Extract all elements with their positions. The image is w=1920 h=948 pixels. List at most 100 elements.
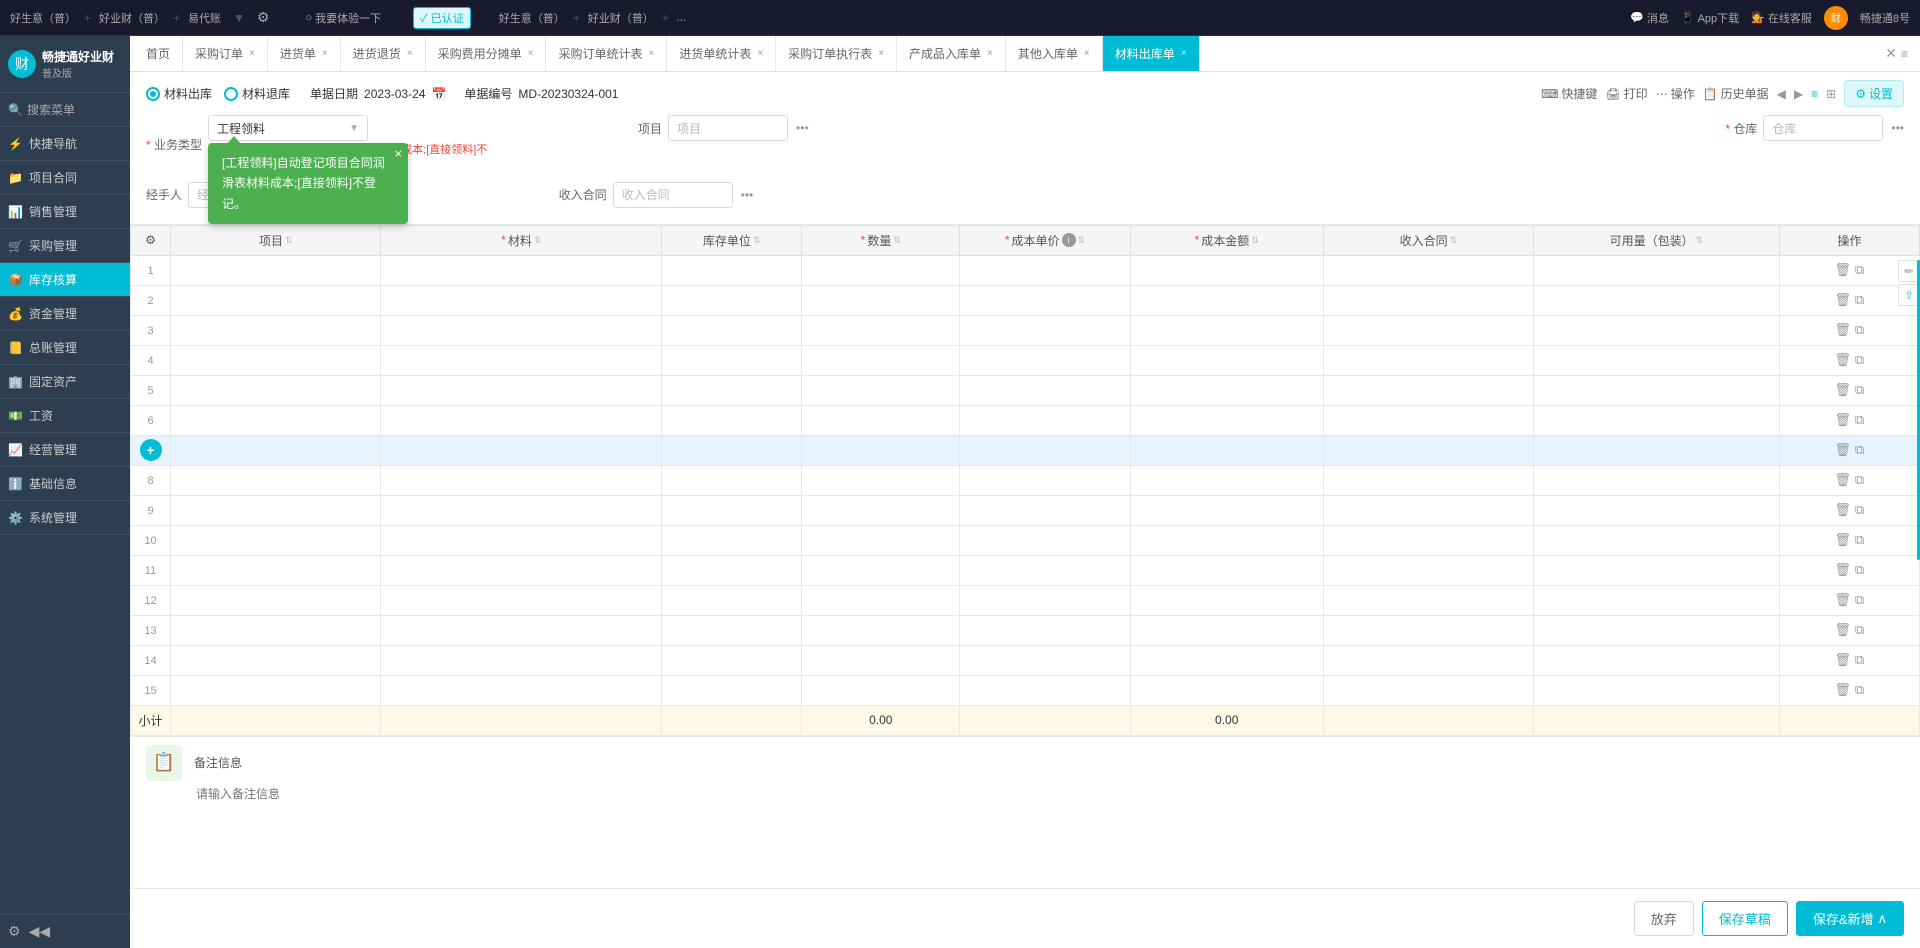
tab-close-receive[interactable]: × [322,48,328,59]
delete-row-icon-10[interactable]: 🗑 [1834,532,1851,548]
delete-row-icon-5[interactable]: 🗑 [1834,382,1851,398]
warehouse-more-btn[interactable]: ••• [1891,121,1904,135]
cell-qty-1[interactable] [802,255,960,285]
tab-purchase-fee[interactable]: 采购费用分摊单 × [426,36,547,72]
delete-row-icon-11[interactable]: 🗑 [1834,562,1851,578]
project-more-btn[interactable]: ••• [796,121,809,135]
tab-close-other-warehouse[interactable]: × [1084,48,1090,59]
view-grid-icon[interactable]: ⊞ [1826,87,1836,101]
date-value[interactable]: 2023-03-24 [364,87,425,101]
copy-row-icon-9[interactable]: ⧉ [1855,502,1864,518]
delete-row-icon-15[interactable]: 🗑 [1834,682,1851,698]
tab-close-receive-stat[interactable]: × [757,48,763,59]
sidebar-item-inventory[interactable]: 📦 库存核算 [0,263,130,297]
delete-row-icon-13[interactable]: 🗑 [1834,622,1851,638]
tab-menu-icon[interactable]: ≡ [1901,47,1908,61]
warehouse-input[interactable]: 仓库 [1763,115,1883,141]
tab-close-finished-goods[interactable]: × [987,48,993,59]
cell-wu-2[interactable] [662,285,802,315]
cell-ic-2[interactable] [1323,285,1533,315]
sidebar-item-finance[interactable]: 💰 资金管理 [0,297,130,331]
copy-row-icon-1[interactable]: ⧉ [1855,262,1864,278]
income-contract-more-btn[interactable]: ••• [741,188,754,202]
view-list-icon[interactable]: ≡ [1811,87,1818,101]
cell-warehouse-unit-1[interactable] [662,255,802,285]
top-nav-link-haoyecai[interactable]: 好业财（普） [99,10,165,26]
top-nav-link-haoshengyi2[interactable]: 好生意（普） [499,10,565,26]
user-avatar[interactable]: 财 [1824,6,1848,30]
tab-finished-goods[interactable]: 产成品入库单 × [897,36,1006,72]
add-row-button[interactable]: + [140,439,162,461]
delete-row-icon-6[interactable]: 🗑 [1834,412,1851,428]
copy-row-icon-3[interactable]: ⧉ [1855,322,1864,338]
sidebar-item-salary[interactable]: 💵 工资 [0,399,130,433]
delete-row-icon-8[interactable]: 🗑 [1834,472,1851,488]
history-btn[interactable]: 📋 历史单据 [1703,85,1769,102]
sidebar-item-purchase[interactable]: 🛒 采购管理 [0,229,130,263]
sidebar-settings-icon[interactable]: ⚙ [8,923,21,940]
tab-receive[interactable]: 进货单 × [268,36,341,72]
copy-row-icon-15[interactable]: ⧉ [1855,682,1864,698]
cell-cost-amount-1[interactable] [1130,255,1323,285]
delete-row-icon-7[interactable]: 🗑 [1834,442,1851,458]
copy-row-icon-11[interactable]: ⧉ [1855,562,1864,578]
app-download-link[interactable]: 📱 App下载 [1681,10,1739,26]
delete-row-icon-3[interactable]: 🗑 [1834,322,1851,338]
copy-row-icon-7[interactable]: ⧉ [1855,442,1864,458]
cell-project-3[interactable] [171,315,381,345]
cell-uq-2[interactable] [1534,285,1780,315]
message-link[interactable]: 💬 消息 [1630,10,1669,26]
radio-material-return[interactable]: 材料退库 [224,85,290,102]
cell-income-contract-1[interactable] [1323,255,1533,285]
nav-prev-icon[interactable]: ◀ [1777,87,1786,101]
cell-material-2[interactable] [381,285,662,315]
notes-input[interactable] [146,781,1904,807]
copy-row-icon-4[interactable]: ⧉ [1855,352,1864,368]
tab-close-purchase-exec[interactable]: × [878,48,884,59]
tab-other-warehouse[interactable]: 其他入库单 × [1006,36,1103,72]
col-settings-icon[interactable]: ⚙ [145,233,156,247]
cell-usable-qty-1[interactable] [1534,255,1780,285]
tab-close-receive-return[interactable]: × [407,48,413,59]
copy-row-icon-14[interactable]: ⧉ [1855,652,1864,668]
delete-row-icon-2[interactable]: 🗑 [1834,292,1851,308]
cell-project-1[interactable] [171,255,381,285]
sidebar-item-basic[interactable]: ℹ️ 基础信息 [0,467,130,501]
delete-row-icon-1[interactable]: 🗑 [1834,262,1851,278]
copy-row-icon-2[interactable]: ⧉ [1855,292,1864,308]
tab-close-purchase-order[interactable]: × [249,48,255,59]
cost-info-icon[interactable]: i [1062,233,1076,247]
delete-row-icon-12[interactable]: 🗑 [1834,592,1851,608]
cell-cost-unit-1[interactable] [960,255,1131,285]
delete-row-icon-9[interactable]: 🗑 [1834,502,1851,518]
sidebar-item-ledger[interactable]: 📒 总账管理 [0,331,130,365]
save-draft-button[interactable]: 保存草稿 [1702,901,1788,936]
settings-gear-icon[interactable]: ⚙ [257,9,270,26]
tab-purchase-exec[interactable]: 采购订单执行表 × [776,36,897,72]
tab-purchase-order[interactable]: 采购订单 × [183,36,268,72]
cell-ca-2[interactable] [1130,285,1323,315]
save-new-button[interactable]: 保存&新增 ∧ [1796,901,1904,936]
income-contract-input[interactable]: 收入合同 [613,182,733,208]
top-nav-experience[interactable]: ○ 我要体验一下 [305,10,381,26]
radio-material-out[interactable]: 材料出库 [146,85,212,102]
sidebar-item-sales[interactable]: 📊 销售管理 [0,195,130,229]
sidebar-item-asset[interactable]: 🏢 固定资产 [0,365,130,399]
nav-next-icon[interactable]: ▶ [1794,87,1803,101]
top-nav-link-haoyecai2[interactable]: 好业财（普） [588,10,654,26]
tab-close-material-out[interactable]: × [1181,48,1187,59]
cell-project-2[interactable] [171,285,381,315]
delete-row-icon-4[interactable]: 🗑 [1834,352,1851,368]
close-all-icon[interactable]: ✕ [1885,45,1897,62]
sidebar-search[interactable]: 🔍 搜索菜单 [0,93,130,127]
top-nav-more[interactable]: ... [677,12,686,24]
cell-cu-2[interactable] [960,285,1131,315]
tab-receive-stat[interactable]: 进货单统计表 × [667,36,776,72]
discard-button[interactable]: 放弃 [1634,901,1694,936]
copy-row-icon-6[interactable]: ⧉ [1855,412,1864,428]
tab-close-purchase-stat[interactable]: × [648,48,654,59]
tab-home[interactable]: 首页 [134,36,183,72]
copy-row-icon-5[interactable]: ⧉ [1855,382,1864,398]
tab-material-out[interactable]: 材料出库单 × [1103,36,1200,72]
tooltip-close-btn[interactable]: × [394,147,402,160]
